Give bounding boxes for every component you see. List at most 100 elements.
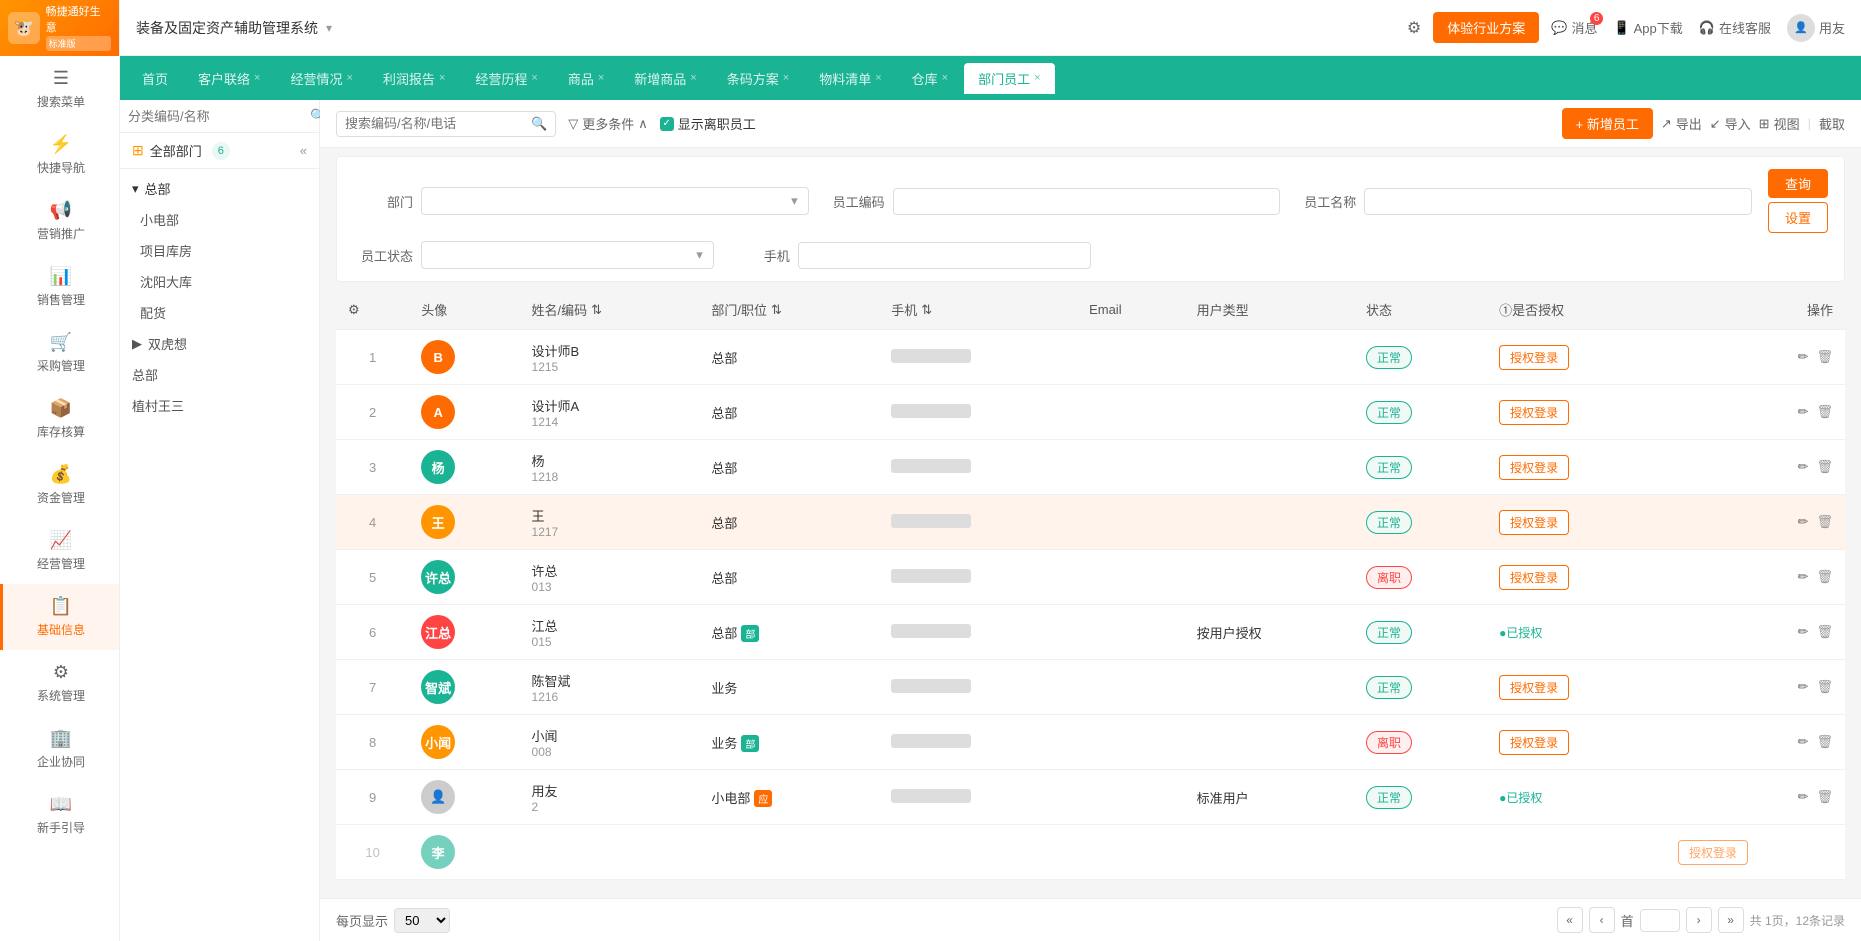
edit-button[interactable]: ✏	[1798, 569, 1809, 585]
tab-profit[interactable]: 利润报告 ×	[369, 63, 459, 94]
dept-item-xiaodian[interactable]: 小电部	[120, 204, 319, 235]
close-icon[interactable]: ×	[875, 72, 881, 84]
tab-home[interactable]: 首页	[128, 63, 182, 94]
edit-button[interactable]: ✏	[1798, 789, 1809, 805]
more-action-button[interactable]: 截取	[1819, 114, 1845, 133]
close-icon[interactable]: ×	[942, 72, 948, 84]
trial-button[interactable]: 体验行业方案	[1433, 12, 1539, 43]
delete-button[interactable]: 🗑	[1816, 679, 1833, 695]
authorize-button[interactable]: 授权登录	[1678, 840, 1748, 865]
sidebar-item-operations[interactable]: 📈 经营管理	[0, 518, 119, 584]
show-resigned-toggle[interactable]: ✓ 显示离职员工	[660, 114, 756, 133]
tab-history[interactable]: 经营历程 ×	[461, 63, 551, 94]
authorize-button[interactable]: 授权登录	[1499, 345, 1569, 370]
close-icon[interactable]: ×	[254, 72, 260, 84]
tab-operations[interactable]: 经营情况 ×	[276, 63, 366, 94]
close-icon[interactable]: ×	[346, 72, 352, 84]
first-page-button[interactable]: «	[1557, 907, 1583, 933]
delete-button[interactable]: 🗑	[1816, 349, 1833, 365]
reset-button[interactable]: 设置	[1768, 202, 1828, 233]
topbar-gear-icon[interactable]: ⚙	[1407, 18, 1421, 38]
delete-button[interactable]: 🗑	[1816, 734, 1833, 750]
filter-empname-input[interactable]	[1364, 188, 1752, 215]
dept-item-distribution[interactable]: 配货	[120, 297, 319, 328]
close-icon[interactable]: ×	[1034, 72, 1040, 84]
delete-button[interactable]: 🗑	[1816, 514, 1833, 530]
import-button[interactable]: ↙ 导入	[1710, 114, 1751, 133]
message-button[interactable]: 💬 消息 6	[1551, 18, 1597, 37]
filter-dept-select[interactable]: ▾	[421, 187, 809, 215]
sidebar-item-enterprise[interactable]: 🏢 企业协同	[0, 716, 119, 782]
filter-empcode-input[interactable]	[893, 188, 1281, 215]
delete-button[interactable]: 🗑	[1816, 459, 1833, 475]
collapse-panel-icon[interactable]: «	[300, 143, 307, 158]
last-page-button[interactable]: »	[1718, 907, 1744, 933]
sidebar-item-inventory[interactable]: 📦 库存核算	[0, 386, 119, 452]
tab-new-goods[interactable]: 新增商品 ×	[620, 63, 710, 94]
tab-customer[interactable]: 客户联络 ×	[184, 63, 274, 94]
close-icon[interactable]: ×	[531, 72, 537, 84]
edit-button[interactable]: ✏	[1798, 349, 1809, 365]
col-name-code[interactable]: 姓名/编码 ⇅	[520, 290, 700, 330]
delete-button[interactable]: 🗑	[1816, 624, 1833, 640]
close-icon[interactable]: ×	[439, 72, 445, 84]
dept-item-zhucun[interactable]: 植村王三	[120, 390, 319, 421]
dept-item-project[interactable]: 项目库房	[120, 235, 319, 266]
prev-page-button[interactable]: ‹	[1589, 907, 1615, 933]
more-filter-button[interactable]: ▽ 更多条件 ∧	[568, 114, 648, 133]
delete-button[interactable]: 🗑	[1816, 569, 1833, 585]
delete-button[interactable]: 🗑	[1816, 789, 1833, 805]
close-icon[interactable]: ×	[690, 72, 696, 84]
filter-status-select[interactable]: ▾	[421, 241, 714, 269]
edit-button[interactable]: ✏	[1798, 679, 1809, 695]
tab-warehouse[interactable]: 仓库 ×	[898, 63, 962, 94]
export-button[interactable]: ↗ 导出	[1661, 114, 1702, 133]
authorize-button[interactable]: 授权登录	[1499, 675, 1569, 700]
per-page-select[interactable]: 50 100 200	[394, 908, 450, 933]
edit-button[interactable]: ✏	[1798, 734, 1809, 750]
close-icon[interactable]: ×	[598, 72, 604, 84]
online-service-button[interactable]: 🎧 在线客服	[1699, 18, 1771, 37]
edit-button[interactable]: ✏	[1798, 459, 1809, 475]
dept-item-shenyang[interactable]: 沈阳大库	[120, 266, 319, 297]
tab-goods[interactable]: 商品 ×	[554, 63, 618, 94]
col-dept-position[interactable]: 部门/职位 ⇅	[699, 290, 879, 330]
edit-button[interactable]: ✏	[1798, 514, 1809, 530]
dept-item-headquarters[interactable]: 总部	[120, 359, 319, 390]
app-download-button[interactable]: 📱 App下载	[1613, 18, 1682, 37]
edit-button[interactable]: ✏	[1798, 404, 1809, 420]
next-page-button[interactable]: ›	[1686, 907, 1712, 933]
employee-search-icon[interactable]: 🔍	[531, 116, 547, 132]
authorize-button[interactable]: 授权登录	[1499, 565, 1569, 590]
sidebar-item-purchase[interactable]: 🛒 采购管理	[0, 320, 119, 386]
sidebar-item-basic-info[interactable]: 📋 基础信息	[0, 584, 119, 650]
delete-button[interactable]: 🗑	[1816, 404, 1833, 420]
dept-item-shuanghu[interactable]: ▶ 双虎想	[120, 328, 319, 359]
tab-department-employee[interactable]: 部门员工 ×	[964, 63, 1054, 94]
add-employee-button[interactable]: + 新增员工	[1562, 108, 1653, 139]
dept-search-input[interactable]	[128, 109, 304, 124]
authorize-button[interactable]: 授权登录	[1499, 400, 1569, 425]
authorize-button[interactable]: 授权登录	[1499, 730, 1569, 755]
sidebar-item-quick-nav[interactable]: ⚡ 快捷导航	[0, 122, 119, 188]
sidebar-item-sales[interactable]: 📊 销售管理	[0, 254, 119, 320]
authorize-button[interactable]: 授权登录	[1499, 510, 1569, 535]
tab-bom[interactable]: 物料清单 ×	[805, 63, 895, 94]
close-icon[interactable]: ×	[783, 72, 789, 84]
employee-search-input[interactable]	[345, 116, 525, 131]
show-resigned-checkbox[interactable]: ✓	[660, 117, 674, 131]
page-number-input[interactable]: 1	[1640, 909, 1680, 932]
col-phone[interactable]: 手机 ⇅	[879, 290, 1077, 330]
dept-item-general[interactable]: ▾ 总部	[120, 173, 319, 204]
query-button[interactable]: 查询	[1768, 169, 1828, 198]
authorize-button[interactable]: 授权登录	[1499, 455, 1569, 480]
edit-button[interactable]: ✏	[1798, 624, 1809, 640]
user-avatar-button[interactable]: 👤 用友	[1787, 14, 1845, 42]
sidebar-item-system[interactable]: ⚙ 系统管理	[0, 650, 119, 716]
sidebar-item-marketing[interactable]: 📢 营销推广	[0, 188, 119, 254]
sidebar-item-search[interactable]: ☰ 搜索菜单	[0, 56, 119, 122]
col-settings[interactable]: ⚙	[336, 290, 409, 330]
filter-phone-input[interactable]	[798, 242, 1091, 269]
sidebar-item-guide[interactable]: 📖 新手引导	[0, 782, 119, 848]
view-button[interactable]: ⊞ 视图	[1759, 114, 1800, 133]
